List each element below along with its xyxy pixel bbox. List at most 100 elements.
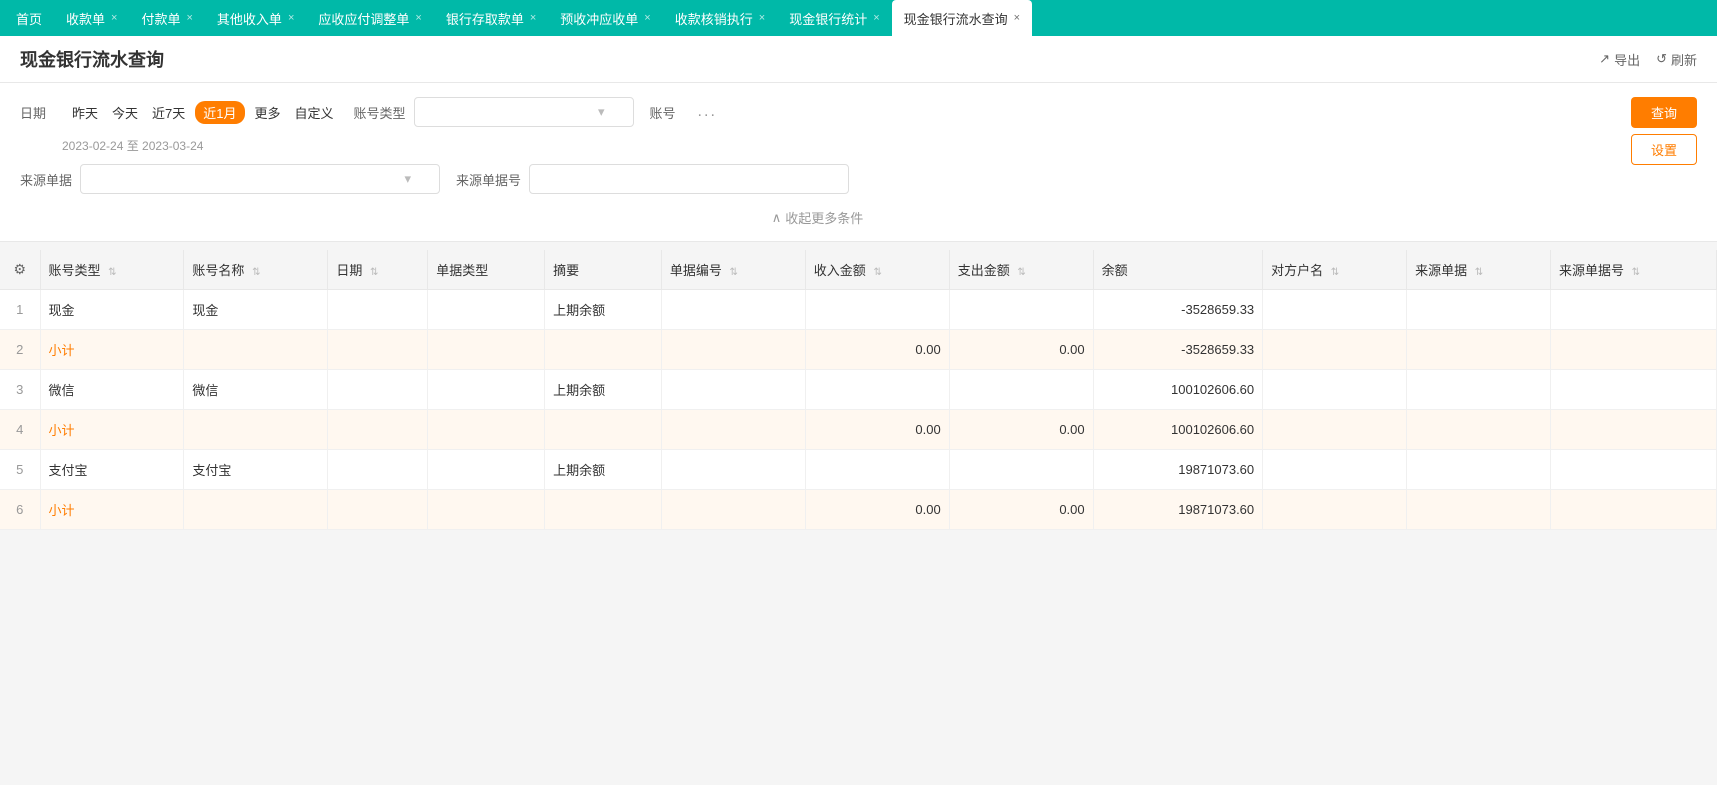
cell-date xyxy=(328,450,428,490)
cell-source_doc xyxy=(1407,450,1551,490)
column-date[interactable]: 日期 ⇅ xyxy=(328,250,428,290)
filter-row-1: 日期 昨天 今天 近7天 近1月 更多 自定义 账号类型 ▾ xyxy=(20,97,1615,127)
cell-doc_no xyxy=(661,330,805,370)
cell-source_doc_no xyxy=(1551,490,1717,530)
cell-summary xyxy=(545,330,662,370)
nav-cash-bank-stat[interactable]: 现金银行统计 × xyxy=(777,0,891,36)
close-icon[interactable]: × xyxy=(288,12,294,24)
cell-income: 0.00 xyxy=(805,490,949,530)
cell-source_doc_no xyxy=(1551,370,1717,410)
source-doc-label: 来源单据 xyxy=(20,170,72,189)
cell-account_type: 微信 xyxy=(40,370,184,410)
account-filter-group: 账号 ... xyxy=(650,103,717,122)
refresh-button[interactable]: ↺ 刷新 xyxy=(1656,50,1697,69)
close-icon[interactable]: × xyxy=(415,12,421,24)
cell-index: 5 xyxy=(0,450,40,490)
cell-date xyxy=(328,490,428,530)
cell-income: 0.00 xyxy=(805,410,949,450)
date-filter-group: 日期 昨天 今天 近7天 近1月 更多 自定义 xyxy=(20,101,338,124)
cell-expense: 0.00 xyxy=(949,490,1093,530)
source-doc-no-label: 来源单据号 xyxy=(456,170,521,189)
date-opt-1month[interactable]: 近1月 xyxy=(195,101,244,124)
nav-collection-exec[interactable]: 收款核销执行 × xyxy=(663,0,777,36)
cell-counterparty xyxy=(1263,410,1407,450)
close-icon[interactable]: × xyxy=(530,12,536,24)
cell-account_name xyxy=(184,490,328,530)
date-opt-yesterday[interactable]: 昨天 xyxy=(68,101,102,124)
cell-summary: 上期余额 xyxy=(545,290,662,330)
cell-date xyxy=(328,290,428,330)
source-doc-select[interactable]: ▾ xyxy=(80,164,440,194)
column-counterparty[interactable]: 对方户名 ⇅ xyxy=(1263,250,1407,290)
settings-button[interactable]: 设置 xyxy=(1631,134,1697,165)
source-doc-no-filter-group: 来源单据号 xyxy=(456,164,849,194)
sort-icon: ⇅ xyxy=(252,267,260,278)
top-navigation: 首页 收款单 × 付款单 × 其他收入单 × 应收应付调整单 × 银行存取款单 … xyxy=(0,0,1717,36)
account-type-select[interactable]: ▾ xyxy=(414,97,634,127)
cell-account_type: 小计 xyxy=(40,330,184,370)
nav-prepayment[interactable]: 预收冲应收单 × xyxy=(548,0,662,36)
close-icon[interactable]: × xyxy=(644,12,650,24)
column-source-doc-no[interactable]: 来源单据号 ⇅ xyxy=(1551,250,1717,290)
cell-balance: 100102606.60 xyxy=(1093,410,1263,450)
collapse-button[interactable]: ∧ 收起更多条件 xyxy=(20,204,1615,233)
column-expense[interactable]: 支出金额 ⇅ xyxy=(949,250,1093,290)
cell-source_doc_no xyxy=(1551,450,1717,490)
sort-icon: ⇅ xyxy=(1475,267,1483,278)
column-settings[interactable]: ⚙ xyxy=(0,250,40,290)
filter-buttons: 查询 设置 xyxy=(1631,97,1697,165)
close-icon[interactable]: × xyxy=(873,12,879,24)
table-row: 1现金现金上期余额-3528659.33 xyxy=(0,290,1717,330)
date-opt-custom[interactable]: 自定义 xyxy=(291,101,338,124)
cell-source_doc xyxy=(1407,490,1551,530)
cell-expense xyxy=(949,370,1093,410)
nav-payment[interactable]: 付款单 × xyxy=(129,0,204,36)
cell-doc_no xyxy=(661,290,805,330)
column-source-doc[interactable]: 来源单据 ⇅ xyxy=(1407,250,1551,290)
nav-home[interactable]: 首页 xyxy=(4,0,54,36)
account-ellipsis-button[interactable]: ... xyxy=(698,103,717,121)
source-doc-no-input[interactable] xyxy=(529,164,849,194)
sort-icon: ⇅ xyxy=(1331,267,1339,278)
nav-receipt[interactable]: 收款单 × xyxy=(54,0,129,36)
cell-income: 0.00 xyxy=(805,330,949,370)
cell-counterparty xyxy=(1263,490,1407,530)
close-icon[interactable]: × xyxy=(759,12,765,24)
cell-doc_type xyxy=(428,410,545,450)
nav-other-income[interactable]: 其他收入单 × xyxy=(205,0,306,36)
refresh-icon: ↺ xyxy=(1656,51,1667,67)
cell-account_name: 现金 xyxy=(184,290,328,330)
cell-account_type: 小计 xyxy=(40,490,184,530)
cell-index: 2 xyxy=(0,330,40,370)
table-row: 5支付宝支付宝上期余额19871073.60 xyxy=(0,450,1717,490)
cell-doc_no xyxy=(661,450,805,490)
date-opt-today[interactable]: 今天 xyxy=(108,101,142,124)
cell-summary xyxy=(545,490,662,530)
close-icon[interactable]: × xyxy=(1014,12,1020,24)
column-account-name[interactable]: 账号名称 ⇅ xyxy=(184,250,328,290)
export-button[interactable]: ↗ 导出 xyxy=(1599,50,1640,69)
close-icon[interactable]: × xyxy=(186,12,192,24)
cell-summary xyxy=(545,410,662,450)
close-icon[interactable]: × xyxy=(111,12,117,24)
date-opt-7days[interactable]: 近7天 xyxy=(148,101,189,124)
cell-doc_type xyxy=(428,330,545,370)
cell-expense: 0.00 xyxy=(949,410,1093,450)
cell-income xyxy=(805,450,949,490)
header-actions: ↗ 导出 ↺ 刷新 xyxy=(1599,50,1697,69)
column-income[interactable]: 收入金额 ⇅ xyxy=(805,250,949,290)
nav-cash-bank-flow[interactable]: 现金银行流水查询 × xyxy=(892,0,1032,36)
date-opt-more[interactable]: 更多 xyxy=(251,101,285,124)
data-table-container: ⚙ 账号类型 ⇅ 账号名称 ⇅ 日期 ⇅ 单据类型 摘要 xyxy=(0,250,1717,530)
table-row: 3微信微信上期余额100102606.60 xyxy=(0,370,1717,410)
column-doc-no[interactable]: 单据编号 ⇅ xyxy=(661,250,805,290)
cell-balance: -3528659.33 xyxy=(1093,290,1263,330)
cell-balance: -3528659.33 xyxy=(1093,330,1263,370)
cell-account_type: 现金 xyxy=(40,290,184,330)
cell-source_doc_no xyxy=(1551,290,1717,330)
nav-bank-deposit[interactable]: 银行存取款单 × xyxy=(434,0,548,36)
cell-account_type: 支付宝 xyxy=(40,450,184,490)
nav-adjustment[interactable]: 应收应付调整单 × xyxy=(306,0,433,36)
query-button[interactable]: 查询 xyxy=(1631,97,1697,128)
column-account-type[interactable]: 账号类型 ⇅ xyxy=(40,250,184,290)
